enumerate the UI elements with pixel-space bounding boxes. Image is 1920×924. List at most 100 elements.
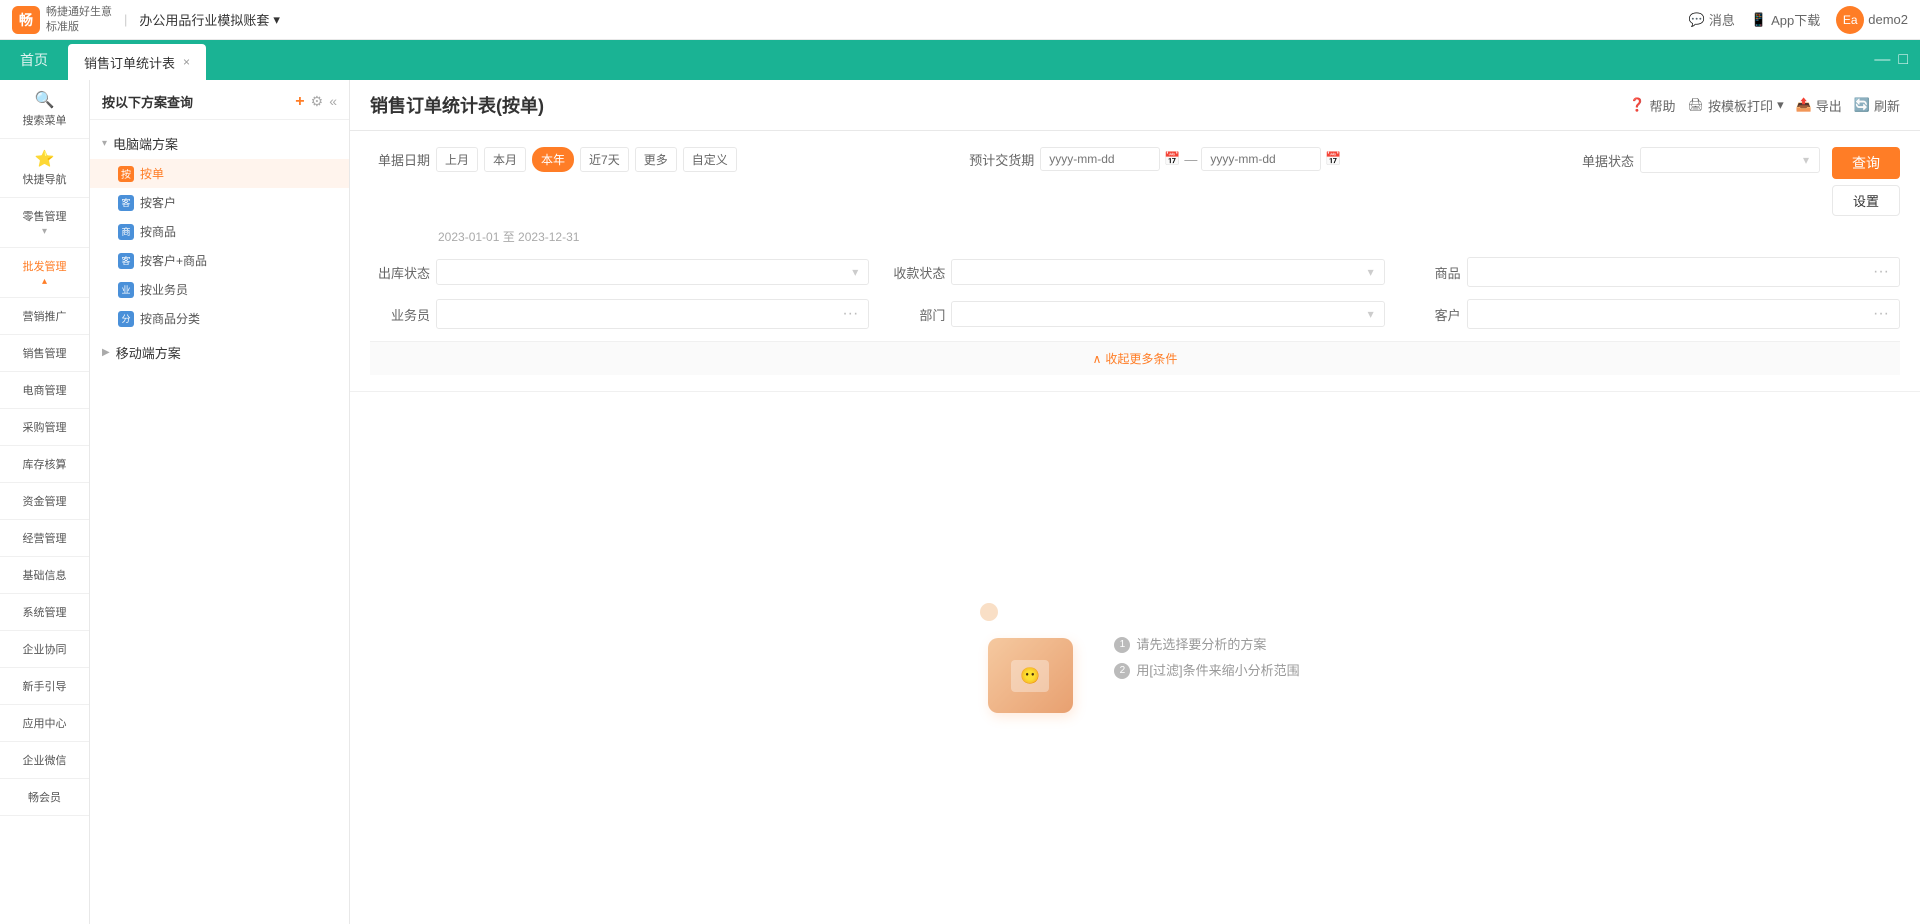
tree-child-by-goods[interactable]: 商 按商品 (90, 217, 349, 246)
dropdown-icon[interactable]: ▾ (273, 12, 280, 28)
app-download-btn[interactable]: 📱 App下载 (1751, 10, 1820, 29)
salesman-label: 业务员 (370, 305, 430, 324)
left-panel: 按以下方案查询 + ⚙ « ▾ 电脑端方案 按 按单 客 按客 (90, 80, 350, 924)
date-btn-7days[interactable]: 近7天 (580, 147, 629, 172)
calendar-end-icon[interactable]: 📅 (1325, 151, 1341, 167)
tab-home[interactable]: 首页 (0, 40, 68, 80)
tree-child-by-category[interactable]: 分 按商品分类 (90, 304, 349, 333)
sidebar-item-system[interactable]: 系统管理 (0, 594, 89, 631)
sidebar-item-basic[interactable]: 基础信息 (0, 557, 89, 594)
scheme-customer-goods-icon: 客 (118, 253, 134, 269)
date-btn-custom[interactable]: 自定义 (683, 147, 737, 172)
tree-child-by-salesman[interactable]: 业 按业务员 (90, 275, 349, 304)
user-menu[interactable]: Ea demo2 (1836, 6, 1908, 34)
collapse-icon: ∧ (1093, 352, 1102, 366)
sidebar-item-ecommerce[interactable]: 电商管理 (0, 372, 89, 409)
dept-select[interactable]: ▾ (951, 301, 1384, 327)
tree-child-by-customer-goods[interactable]: 客 按客户+商品 (90, 246, 349, 275)
empty-hints: 1 请先选择要分析的方案 2 用[过滤]条件来缩小分析范围 (1114, 632, 1299, 684)
topbar-title[interactable]: 办公用品行业模拟账套 ▾ (139, 10, 280, 29)
sidebar-item-retail[interactable]: 零售管理 ▾ (0, 198, 89, 248)
sidebar-item-appcenter[interactable]: 应用中心 (0, 705, 89, 742)
sidebar-item-inventory[interactable]: 库存核算 (0, 446, 89, 483)
date-btn-lastmonth[interactable]: 上月 (436, 147, 478, 172)
tab-active[interactable]: 销售订单统计表 × (68, 44, 206, 80)
status-select[interactable]: ▾ (1640, 147, 1820, 173)
tab-close-icon[interactable]: × (183, 55, 190, 69)
collapse-filter-btn[interactable]: ∧ 收起更多条件 (370, 341, 1900, 375)
date-btn-thismonth[interactable]: 本月 (484, 147, 526, 172)
sidebar-item-sales[interactable]: 销售管理 (0, 335, 89, 372)
topbar: 畅 畅捷通好生意 标准版 | 办公用品行业模拟账套 ▾ 💬 消息 📱 App下载… (0, 0, 1920, 40)
sidebar-item-wholesale[interactable]: 批发管理 ▴ (0, 248, 89, 298)
tree-parent-mobile[interactable]: ▶ 移动端方案 (90, 337, 349, 368)
collapse-panel-icon[interactable]: « (329, 93, 337, 111)
tree-section-desktop: ▾ 电脑端方案 按 按单 客 按客户 商 按商品 客 按客户+商品 (90, 120, 349, 376)
customer-input[interactable]: ··· (1467, 299, 1900, 329)
tree-child-by-customer[interactable]: 客 按客户 (90, 188, 349, 217)
scheme-category-icon: 分 (118, 311, 134, 327)
export-btn[interactable]: 📤 导出 (1796, 96, 1842, 115)
scheme-salesman-icon: 业 (118, 282, 134, 298)
tree-child-by-order[interactable]: 按 按单 (90, 159, 349, 188)
empty-box-shape: 😶 (988, 638, 1073, 713)
tree-arrow-mobile-icon: ▶ (102, 347, 110, 358)
empty-illustration: 😶 (970, 603, 1090, 713)
message-btn[interactable]: 💬 消息 (1689, 10, 1735, 29)
print-btn[interactable]: 🖨 按模板打印 ▾ (1688, 96, 1784, 115)
date-separator: — (1184, 152, 1197, 167)
print-icon: 🖨 (1688, 97, 1705, 113)
payment-select[interactable]: ▾ (951, 259, 1384, 285)
calendar-start-icon[interactable]: 📅 (1164, 151, 1180, 167)
edit-scheme-icon[interactable]: ⚙ (311, 93, 324, 111)
sidebar-item-purchase[interactable]: 采购管理 (0, 409, 89, 446)
empty-decoration-circle (980, 603, 998, 621)
date-btn-thisyear[interactable]: 本年 (532, 147, 574, 172)
expected-date-end[interactable] (1201, 147, 1321, 171)
tree-parent-desktop[interactable]: ▾ 电脑端方案 (90, 128, 349, 159)
sidebar-item-wechat[interactable]: 企业微信 (0, 742, 89, 779)
goods-more-icon[interactable]: ··· (1873, 263, 1889, 281)
topbar-right: 💬 消息 📱 App下载 Ea demo2 (1689, 6, 1908, 34)
date-range-display: 2023-01-01 至 2023-12-31 (438, 228, 579, 245)
date-btn-more[interactable]: 更多 (635, 147, 677, 172)
payment-dropdown-icon: ▾ (1368, 265, 1374, 279)
refresh-btn[interactable]: 🔄 刷新 (1854, 96, 1900, 115)
print-dropdown-icon: ▾ (1777, 97, 1784, 113)
page-title: 销售订单统计表(按单) (370, 92, 544, 130)
window-minimize-icon[interactable]: — (1874, 51, 1890, 69)
date-label: 单据日期 (370, 150, 430, 169)
sidebar-item-quicknav[interactable]: ⭐ 快捷导航 (0, 139, 89, 198)
expected-date-start[interactable] (1040, 147, 1160, 171)
sidebar-item-operations[interactable]: 经营管理 (0, 520, 89, 557)
sidebar-item-finance[interactable]: 资金管理 (0, 483, 89, 520)
goods-input[interactable]: ··· (1467, 257, 1900, 287)
salesman-more-icon[interactable]: ··· (842, 305, 858, 323)
sidebar-item-marketing[interactable]: 营销推广 (0, 298, 89, 335)
status-label: 单据状态 (1574, 151, 1634, 170)
dept-label: 部门 (885, 305, 945, 324)
empty-hint-1: 1 请先选择要分析的方案 (1114, 632, 1299, 658)
status-dropdown-icon: ▾ (1803, 153, 1809, 167)
topbar-left: 畅 畅捷通好生意 标准版 | 办公用品行业模拟账套 ▾ (12, 5, 280, 34)
customer-more-icon[interactable]: ··· (1873, 305, 1889, 323)
delivery-dropdown-icon: ▾ (852, 265, 858, 279)
help-btn[interactable]: ❓ 帮助 (1629, 96, 1675, 115)
scheme-order-icon: 按 (118, 166, 134, 182)
settings-button[interactable]: 设置 (1832, 185, 1900, 216)
add-scheme-icon[interactable]: + (295, 93, 304, 111)
page-header-actions: ❓ 帮助 🖨 按模板打印 ▾ 📤 导出 🔄 刷新 (1629, 96, 1900, 127)
help-icon: ❓ (1629, 97, 1645, 113)
sidebar-item-member[interactable]: 畅会员 (0, 779, 89, 816)
sidebar-item-search[interactable]: 🔍 搜索菜单 (0, 80, 89, 139)
delivery-select[interactable]: ▾ (436, 259, 869, 285)
quicknav-icon: ⭐ (35, 149, 55, 169)
salesman-input[interactable]: ··· (436, 299, 869, 329)
window-maximize-icon[interactable]: □ (1898, 51, 1908, 69)
sidebar-item-guide[interactable]: 新手引导 (0, 668, 89, 705)
query-button[interactable]: 查询 (1832, 147, 1900, 179)
tabbar-right: — □ (1874, 51, 1920, 69)
content-area: 按以下方案查询 + ⚙ « ▾ 电脑端方案 按 按单 客 按客 (90, 80, 1920, 924)
sidebar-item-enterprise[interactable]: 企业协同 (0, 631, 89, 668)
customer-label: 客户 (1401, 305, 1461, 324)
